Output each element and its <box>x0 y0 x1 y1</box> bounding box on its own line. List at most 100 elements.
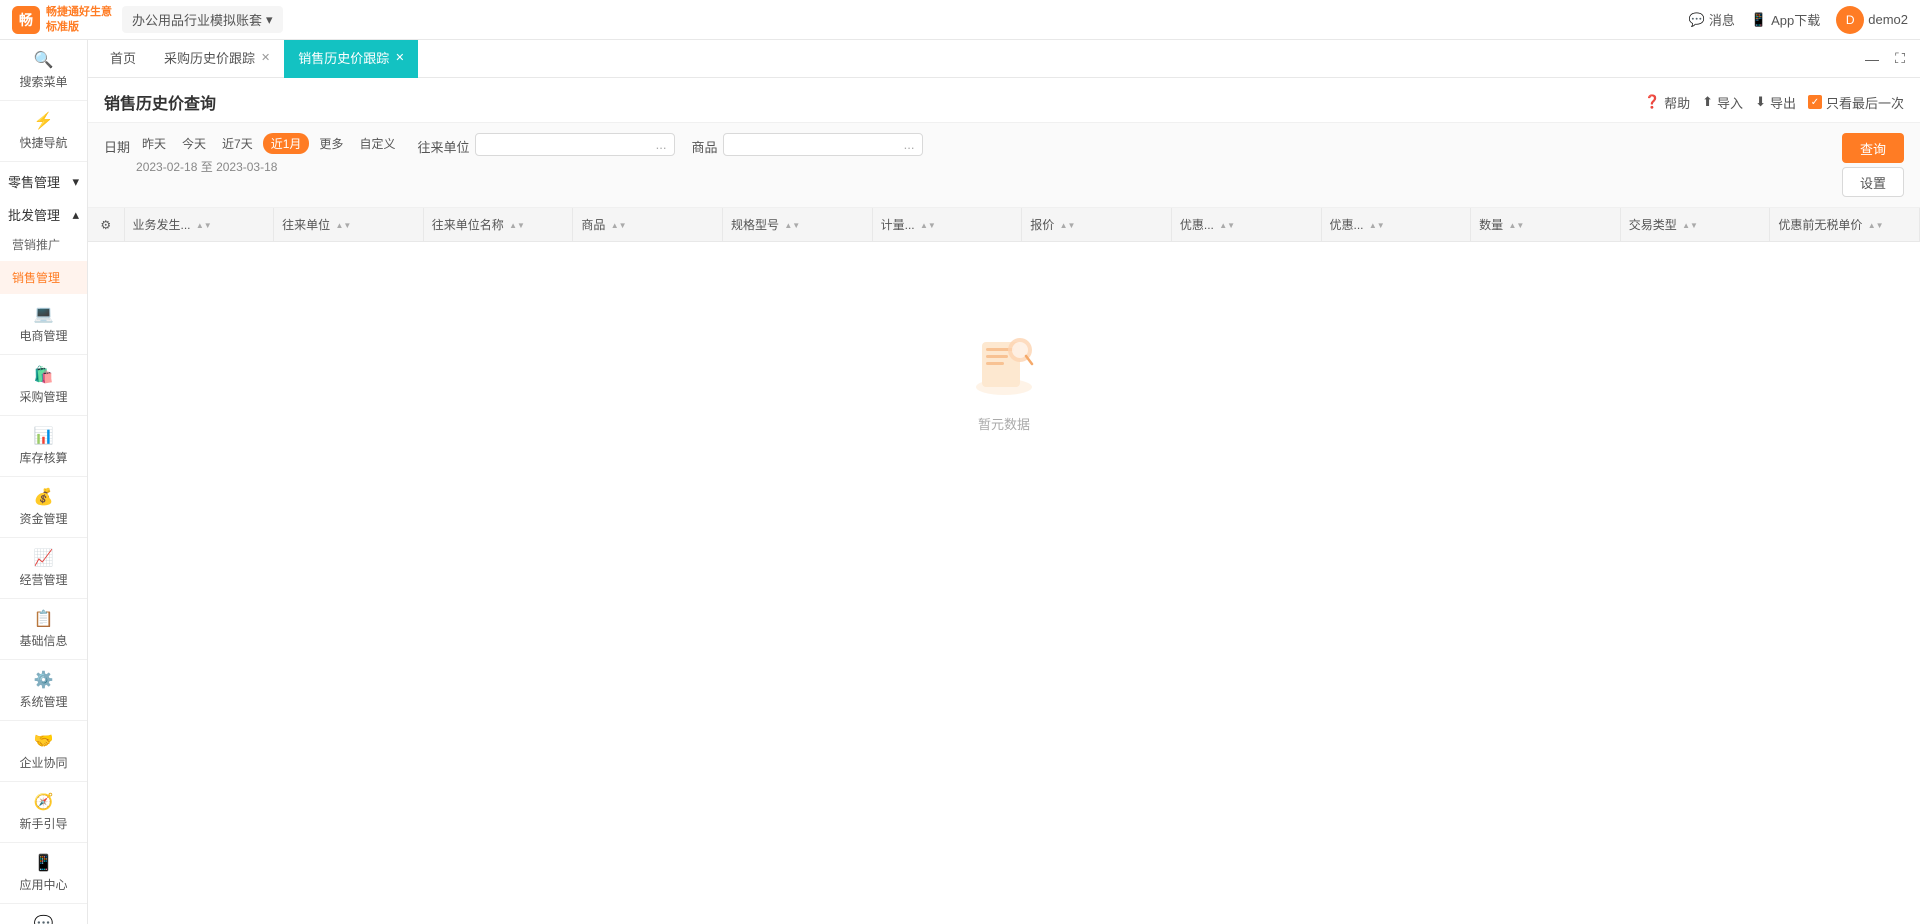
tab-close-purchase[interactable]: ✕ <box>261 51 270 64</box>
sort-arrows-discount2: ▲▼ <box>1369 222 1385 230</box>
page-header: 销售历史价查询 ❓ 帮助 ⬆ 导入 ⬇ 导出 ✓ <box>88 78 1920 123</box>
import-btn[interactable]: ⬆ 导入 <box>1702 93 1743 112</box>
sidebar-item-ecommerce[interactable]: 💻 电商管理 <box>0 294 87 355</box>
col-discount2[interactable]: 优惠... ▲▼ <box>1321 208 1471 242</box>
wechat-icon: 💬 <box>34 914 54 924</box>
top-bar-left: 畅 畅捷通好生意 标准版 办公用品行业模拟账套 ▾ <box>12 5 283 34</box>
app-download-btn[interactable]: 📱 App下载 <box>1751 10 1820 29</box>
date-btn-more[interactable]: 更多 <box>313 133 349 154</box>
phone-icon: 📱 <box>1751 12 1767 28</box>
sidebar-item-basic-info[interactable]: 📋 基础信息 <box>0 599 87 660</box>
inventory-icon: 📊 <box>34 426 54 446</box>
export-icon: ⬇ <box>1755 94 1766 110</box>
col-biz-date[interactable]: 业务发生... ▲▼ <box>124 208 274 242</box>
sidebar-subitem-sales[interactable]: 销售管理 <box>0 261 87 294</box>
sidebar-item-sys-settings[interactable]: ⚙️ 系统管理 <box>0 660 87 721</box>
page-header-actions: ❓ 帮助 ⬆ 导入 ⬇ 导出 ✓ 只看最后一次 <box>1644 93 1904 112</box>
company-selector[interactable]: 办公用品行业模拟账套 ▾ <box>122 6 283 33</box>
sidebar-subitem-marketing[interactable]: 营销推广 <box>0 228 87 261</box>
tab-minimize-btn[interactable]: — <box>1860 47 1884 71</box>
col-goods[interactable]: 商品 ▲▼ <box>573 208 723 242</box>
export-btn[interactable]: ⬇ 导出 <box>1755 93 1796 112</box>
purchase-icon: 🛍️ <box>34 365 54 385</box>
empty-icon <box>964 322 1044 402</box>
message-btn[interactable]: 💬 消息 <box>1689 10 1735 29</box>
chevron-down-icon: ▾ <box>266 12 273 28</box>
filter-settings-button[interactable]: 设置 <box>1842 167 1904 197</box>
sort-arrows-pre-tax-price: ▲▼ <box>1868 222 1884 230</box>
only-last-checkbox[interactable]: ✓ <box>1808 95 1822 109</box>
sort-arrows-biz-date: ▲▼ <box>196 222 212 230</box>
sort-arrows-discount1: ▲▼ <box>1219 222 1235 230</box>
sort-arrows-unit: ▲▼ <box>920 222 936 230</box>
goods-input[interactable]: ... <box>723 133 923 156</box>
goods-input-dots: ... <box>904 137 915 152</box>
date-btn-today[interactable]: 今天 <box>176 133 212 154</box>
col-trade-type[interactable]: 交易类型 ▲▼ <box>1620 208 1770 242</box>
col-unit[interactable]: 计量... ▲▼ <box>872 208 1022 242</box>
tab-close-sales[interactable]: ✕ <box>395 51 404 64</box>
goods-filter-group: 商品 ... <box>691 133 923 156</box>
help-icon: ❓ <box>1644 94 1660 110</box>
col-qty[interactable]: 数量 ▲▼ <box>1471 208 1621 242</box>
sidebar-item-quick-nav[interactable]: ⚡ 快捷导航 <box>0 101 87 162</box>
date-btn-custom[interactable]: 自定义 <box>353 133 401 154</box>
sidebar-item-purchase[interactable]: 🛍️ 采购管理 <box>0 355 87 416</box>
col-pre-tax-price[interactable]: 优惠前无税单价 ▲▼ <box>1770 208 1920 242</box>
logo-text: 畅捷通好生意 标准版 <box>46 5 112 34</box>
search-icon: 🔍 <box>34 50 54 70</box>
sidebar-item-enterprise-wechat[interactable]: 💬 企业微信 <box>0 904 87 924</box>
logo-area: 畅 畅捷通好生意 标准版 <box>12 5 112 34</box>
filter-row: 日期 昨天 今天 近7天 近1月 更多 自定义 2023-02-18 至 202… <box>88 123 1920 208</box>
logo-icon: 畅 <box>12 6 40 34</box>
sidebar-item-new-guide[interactable]: 🧭 新手引导 <box>0 782 87 843</box>
goods-filter-label: 商品 <box>691 133 717 156</box>
tab-sales-history[interactable]: 销售历史价跟踪 ✕ <box>284 40 418 78</box>
col-discount1[interactable]: 优惠... ▲▼ <box>1171 208 1321 242</box>
filter-row-right: 查询 设置 <box>1842 133 1904 197</box>
col-spec[interactable]: 规格型号 ▲▼ <box>723 208 873 242</box>
user-menu-btn[interactable]: D demo2 <box>1836 6 1908 34</box>
sort-arrows-trade-type: ▲▼ <box>1682 222 1698 230</box>
partner-input[interactable]: ... <box>475 133 675 156</box>
ops-icon: 📈 <box>34 548 54 568</box>
col-gear[interactable]: ⚙ <box>88 208 124 242</box>
sidebar-item-search-menu[interactable]: 🔍 搜索菜单 <box>0 40 87 101</box>
partner-filter-group: 往来单位 ... <box>417 133 675 156</box>
chevron-up-icon: ▴ <box>72 207 79 223</box>
date-btn-7days[interactable]: 近7天 <box>216 133 259 154</box>
sidebar-item-retail-mgmt[interactable]: 零售管理 ▾ <box>0 162 87 195</box>
col-quote[interactable]: 报价 ▲▼ <box>1022 208 1172 242</box>
sidebar-item-inventory[interactable]: 📊 库存核算 <box>0 416 87 477</box>
tab-maximize-btn[interactable]: ⛶ <box>1888 47 1912 71</box>
date-filter-label: 日期 <box>104 133 130 156</box>
date-filter-group: 日期 昨天 今天 近7天 近1月 更多 自定义 2023-02-18 至 202… <box>104 133 401 175</box>
sidebar-item-app-center[interactable]: 📱 应用中心 <box>0 843 87 904</box>
col-partner-name[interactable]: 往来单位名称 ▲▼ <box>423 208 573 242</box>
top-bar-right: 💬 消息 📱 App下载 D demo2 <box>1689 6 1908 34</box>
filter-btn-col: 查询 设置 <box>1842 133 1904 197</box>
col-partner-code[interactable]: 往来单位 ▲▼ <box>274 208 424 242</box>
message-icon: 💬 <box>1689 12 1705 28</box>
guide-icon: 🧭 <box>34 792 54 812</box>
sidebar-item-capital[interactable]: 💰 资金管理 <box>0 477 87 538</box>
sidebar-item-ops[interactable]: 📈 经营管理 <box>0 538 87 599</box>
sidebar-item-enterprise-collab[interactable]: 🤝 企业协同 <box>0 721 87 782</box>
search-button[interactable]: 查询 <box>1842 133 1904 163</box>
collab-icon: 🤝 <box>34 731 54 751</box>
basic-info-icon: 📋 <box>34 609 54 629</box>
partner-filter-label: 往来单位 <box>417 133 469 156</box>
only-last-checkbox-label[interactable]: ✓ 只看最后一次 <box>1808 93 1904 112</box>
date-btn-1month[interactable]: 近1月 <box>263 133 310 154</box>
tab-actions: — ⛶ <box>1860 47 1912 71</box>
top-bar: 畅 畅捷通好生意 标准版 办公用品行业模拟账套 ▾ 💬 消息 📱 App下载 D… <box>0 0 1920 40</box>
sort-arrows-partner-code: ▲▼ <box>335 222 351 230</box>
tab-purchase-history[interactable]: 采购历史价跟踪 ✕ <box>150 40 284 78</box>
help-btn[interactable]: ❓ 帮助 <box>1644 93 1690 112</box>
date-range-text: 2023-02-18 至 2023-03-18 <box>136 158 401 175</box>
date-btn-yesterday[interactable]: 昨天 <box>136 133 172 154</box>
quick-nav-icon: ⚡ <box>34 111 54 131</box>
sidebar-item-wholesale-mgmt[interactable]: 批发管理 ▴ <box>0 195 87 228</box>
empty-state: 暂元数据 <box>88 242 1920 473</box>
tab-home[interactable]: 首页 <box>96 40 150 78</box>
